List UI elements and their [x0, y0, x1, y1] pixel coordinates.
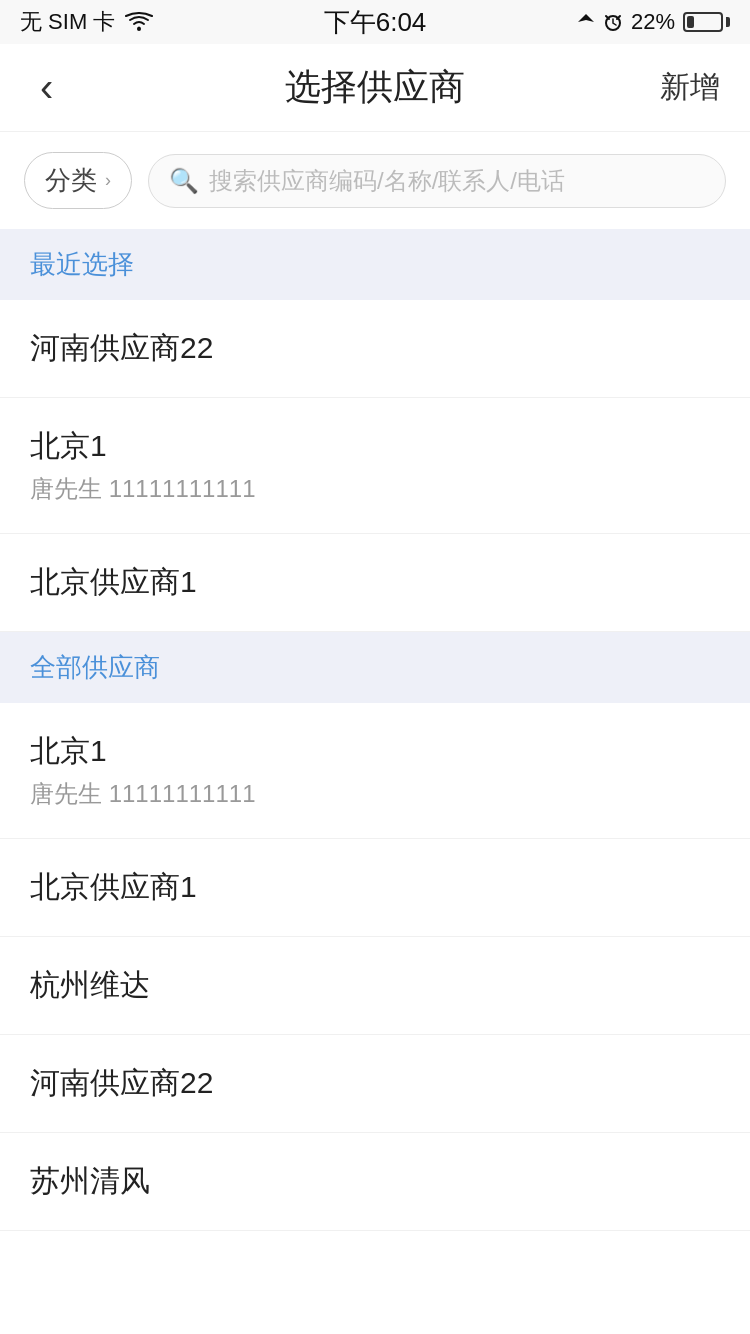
item-name: 北京1 [30, 731, 720, 772]
status-time: 下午6:04 [324, 5, 427, 40]
alarm-icon [603, 12, 623, 32]
all-section-header: 全部供应商 [0, 632, 750, 703]
recent-list-item[interactable]: 北京供应商1 [0, 534, 750, 632]
all-list-item[interactable]: 北京供应商1 [0, 839, 750, 937]
search-placeholder: 搜索供应商编码/名称/联系人/电话 [209, 165, 565, 197]
location-icon [577, 13, 595, 31]
search-icon: 🔍 [169, 167, 199, 195]
status-right: 22% [577, 9, 730, 35]
wifi-icon [125, 12, 153, 32]
battery-percent: 22% [631, 9, 675, 35]
item-name: 北京供应商1 [30, 562, 720, 603]
all-list-item[interactable]: 杭州维达 [0, 937, 750, 1035]
category-button[interactable]: 分类 › [24, 152, 132, 209]
recent-list-item[interactable]: 北京1 唐先生 11111111111 [0, 398, 750, 534]
item-sub: 唐先生 11111111111 [30, 473, 720, 505]
svg-point-0 [137, 27, 141, 31]
item-name: 杭州维达 [30, 965, 720, 1006]
recent-section-label: 最近选择 [30, 249, 134, 279]
filter-bar: 分类 › 🔍 搜索供应商编码/名称/联系人/电话 [0, 132, 750, 229]
item-sub: 唐先生 11111111111 [30, 778, 720, 810]
status-bar: 无 SIM 卡 下午6:04 22% [0, 0, 750, 44]
all-list-item[interactable]: 北京1 唐先生 11111111111 [0, 703, 750, 839]
all-items-list: 北京1 唐先生 11111111111 北京供应商1 杭州维达 河南供应商22 … [0, 703, 750, 1231]
nav-bar: ‹ 选择供应商 新增 [0, 44, 750, 132]
item-name: 河南供应商22 [30, 328, 720, 369]
recent-list-item[interactable]: 河南供应商22 [0, 300, 750, 398]
item-name: 苏州清风 [30, 1161, 720, 1202]
chevron-right-icon: › [105, 170, 111, 191]
all-list-item[interactable]: 河南供应商22 [0, 1035, 750, 1133]
carrier-text: 无 SIM 卡 [20, 7, 115, 37]
recent-section-header: 最近选择 [0, 229, 750, 300]
add-button[interactable]: 新增 [660, 67, 720, 108]
item-name: 北京1 [30, 426, 720, 467]
status-left: 无 SIM 卡 [20, 7, 153, 37]
recent-items-list: 河南供应商22 北京1 唐先生 11111111111 北京供应商1 [0, 300, 750, 632]
battery-icon [683, 12, 730, 32]
search-box[interactable]: 🔍 搜索供应商编码/名称/联系人/电话 [148, 154, 726, 208]
category-label: 分类 [45, 163, 97, 198]
back-button[interactable]: ‹ [30, 55, 63, 120]
item-name: 北京供应商1 [30, 867, 720, 908]
page-title: 选择供应商 [285, 63, 465, 112]
item-name: 河南供应商22 [30, 1063, 720, 1104]
all-section-label: 全部供应商 [30, 652, 160, 682]
all-list-item[interactable]: 苏州清风 [0, 1133, 750, 1231]
